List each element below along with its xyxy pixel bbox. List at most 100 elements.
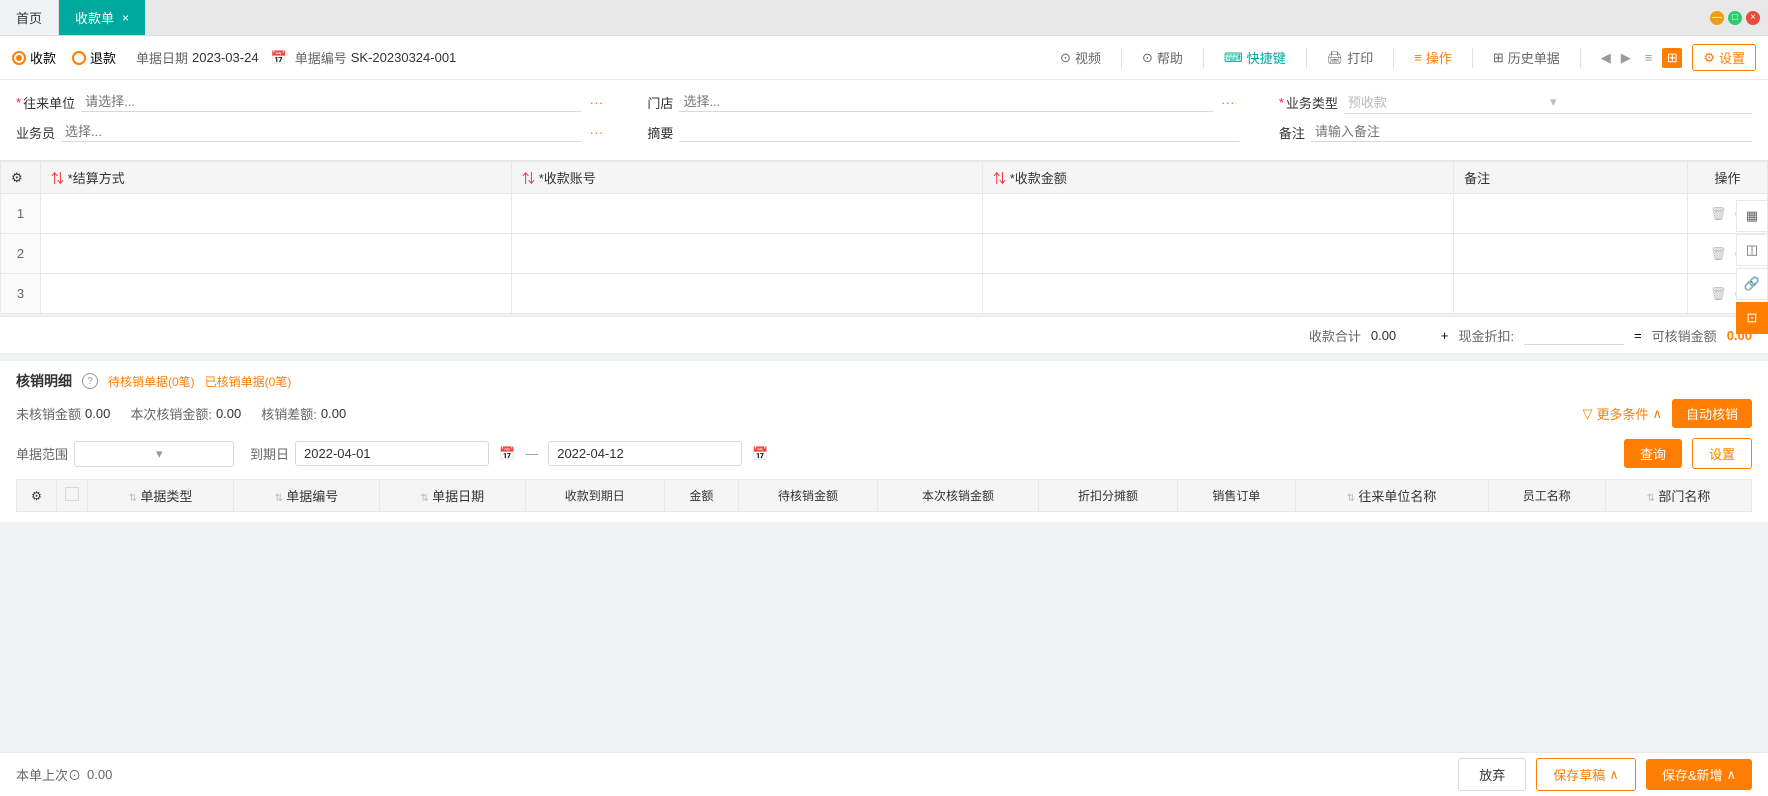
row1-settlement[interactable] — [41, 194, 512, 234]
sort-icon-number[interactable]: ⇅ — [274, 493, 282, 504]
due-start-input[interactable] — [295, 441, 489, 466]
help-action[interactable]: ⊙ 帮助 — [1142, 48, 1183, 67]
save-draft-button[interactable]: 保存草稿 ∧ — [1536, 758, 1636, 791]
sort-icon-dept[interactable]: ⇅ — [1647, 493, 1655, 504]
right-panel-btn-4[interactable]: ⊡ — [1736, 302, 1768, 334]
upper-value: 0.00 — [87, 767, 112, 782]
range-field: 单据范围 ▾ — [16, 441, 234, 467]
radio-shoukuan[interactable]: 收款 — [12, 48, 56, 67]
due-end-input[interactable] — [548, 441, 742, 466]
operation-action[interactable]: ≡ 操作 — [1414, 48, 1452, 67]
row1-delete-icon[interactable]: 🗑 — [1710, 206, 1727, 221]
tab-home[interactable]: 首页 — [0, 0, 59, 35]
due-end-calendar-icon[interactable]: 📅 — [752, 446, 768, 462]
store-label: 门店 — [647, 93, 673, 112]
settings-button[interactable]: ⚙ 设置 — [1692, 44, 1756, 71]
store-input[interactable] — [679, 92, 1212, 112]
available-label: 可核销金额 — [1652, 326, 1717, 345]
more-filter-btn[interactable]: ▽ 更多条件 ∧ — [1582, 404, 1662, 423]
query-button[interactable]: 查询 — [1624, 439, 1682, 468]
due-start-calendar-icon[interactable]: 📅 — [499, 446, 515, 462]
writeoff-title: 核销明细 — [16, 371, 72, 391]
right-panel-btn-1[interactable]: ▦ — [1736, 200, 1768, 232]
chevron-up-icon: ∧ — [1652, 406, 1662, 422]
row3-amount[interactable] — [983, 274, 1454, 314]
summary-field: 摘要 — [647, 122, 1238, 142]
tab-home-label: 首页 — [16, 8, 42, 27]
business-type-select[interactable]: 预收款 ▾ — [1344, 90, 1752, 114]
window-maximize-button[interactable]: □ — [1728, 11, 1742, 25]
row3-delete-icon[interactable]: 🗑 — [1710, 286, 1727, 301]
tab-current[interactable]: 收款单 × — [59, 0, 145, 35]
summary-input[interactable] — [679, 122, 1238, 142]
staff-input[interactable] — [61, 122, 581, 142]
business-type-arrow: ▾ — [1550, 94, 1748, 110]
th-amount: 金额 — [664, 480, 738, 512]
th-discount: 折扣分摊额 — [1038, 480, 1177, 512]
calendar-icon[interactable]: 📅 — [271, 50, 287, 66]
writeoff-info-icon[interactable]: ? — [82, 373, 98, 389]
video-action[interactable]: ⊙ 视频 — [1060, 48, 1101, 67]
divider2 — [1203, 48, 1204, 68]
current-value: 0.00 — [216, 406, 241, 421]
table-row: 2 🗑 ⊕ — [1, 234, 1768, 274]
staff-field: 业务员 ··· — [16, 122, 607, 142]
store-more-btn[interactable]: ··· — [1217, 94, 1239, 110]
tab-close-icon[interactable]: × — [122, 11, 129, 25]
nav-left-icon[interactable]: ◀ — [1601, 50, 1611, 66]
row3-account[interactable] — [512, 274, 983, 314]
list-view-icon[interactable]: ≡ — [1645, 50, 1653, 65]
sort-icon-counterparty[interactable]: ⇅ — [1347, 493, 1355, 504]
remark-input[interactable] — [1311, 122, 1752, 142]
settings-button2[interactable]: 设置 — [1692, 438, 1752, 469]
row3-remark[interactable] — [1454, 274, 1688, 314]
row1-remark[interactable] — [1454, 194, 1688, 234]
row2-settlement[interactable] — [41, 234, 512, 274]
right-panel-btn-2[interactable]: ◫ — [1736, 234, 1768, 266]
more-filter-label: 更多条件 — [1596, 404, 1648, 423]
th-doc-type: ⇅ 单据类型 — [88, 480, 234, 512]
row2-delete-icon[interactable]: 🗑 — [1710, 246, 1727, 261]
divider4 — [1393, 48, 1394, 68]
row2-amount[interactable] — [983, 234, 1454, 274]
select-all-checkbox[interactable] — [65, 487, 79, 501]
business-required: * — [1279, 95, 1284, 110]
row1-account[interactable] — [512, 194, 983, 234]
grid-view-icon[interactable]: ⊞ — [1662, 48, 1682, 68]
window-close-button[interactable]: × — [1746, 11, 1760, 25]
number-label: 单据编号 — [295, 48, 347, 67]
range-arrow: ▾ — [156, 446, 225, 462]
history-action[interactable]: ⊞ 历史单据 — [1493, 48, 1560, 67]
nav-right-icon[interactable]: ▶ — [1621, 50, 1631, 66]
th-gear-bottom[interactable]: ⚙ — [17, 480, 57, 512]
print-action[interactable]: 🖨 打印 — [1327, 48, 1374, 67]
sort-icon-type[interactable]: ⇅ — [129, 493, 137, 504]
window-minimize-button[interactable]: — — [1710, 11, 1724, 25]
row-num-2: 2 — [1, 234, 41, 274]
shortcut-action[interactable]: ⌨ 快捷键 — [1224, 48, 1286, 67]
pending-tab[interactable]: 待核销单据(0笔) — [108, 373, 195, 390]
discount-label: 现金折扣: — [1458, 326, 1514, 345]
sort-icon-date[interactable]: ⇅ — [420, 493, 428, 504]
range-select[interactable]: ▾ — [74, 441, 234, 467]
save-new-button[interactable]: 保存&新增 ∧ — [1646, 759, 1752, 790]
auto-writeoff-button[interactable]: 自动核销 — [1672, 399, 1752, 428]
counterparty-more-btn[interactable]: ··· — [585, 94, 607, 110]
staff-more-btn[interactable]: ··· — [585, 124, 607, 140]
counterparty-input[interactable] — [81, 92, 581, 112]
filter-icon: ▽ — [1582, 406, 1592, 422]
filter-left: 单据范围 ▾ 到期日 📅 — 📅 — [16, 441, 768, 467]
th-current-amount: 本次核销金额 — [878, 480, 1039, 512]
discount-input[interactable] — [1524, 325, 1624, 345]
row2-remark[interactable] — [1454, 234, 1688, 274]
right-panel-btn-3[interactable]: 🔗 — [1736, 268, 1768, 300]
business-type-value: 预收款 — [1348, 92, 1546, 111]
row2-account[interactable] — [512, 234, 983, 274]
row1-amount[interactable] — [983, 194, 1454, 234]
th-gear[interactable]: ⚙ — [1, 162, 41, 194]
discard-button[interactable]: 放弃 — [1458, 758, 1526, 791]
divider3 — [1306, 48, 1307, 68]
done-tab[interactable]: 已核销单据(0笔) — [205, 373, 292, 390]
row3-settlement[interactable] — [41, 274, 512, 314]
radio-tuikuan[interactable]: 退款 — [72, 48, 116, 67]
